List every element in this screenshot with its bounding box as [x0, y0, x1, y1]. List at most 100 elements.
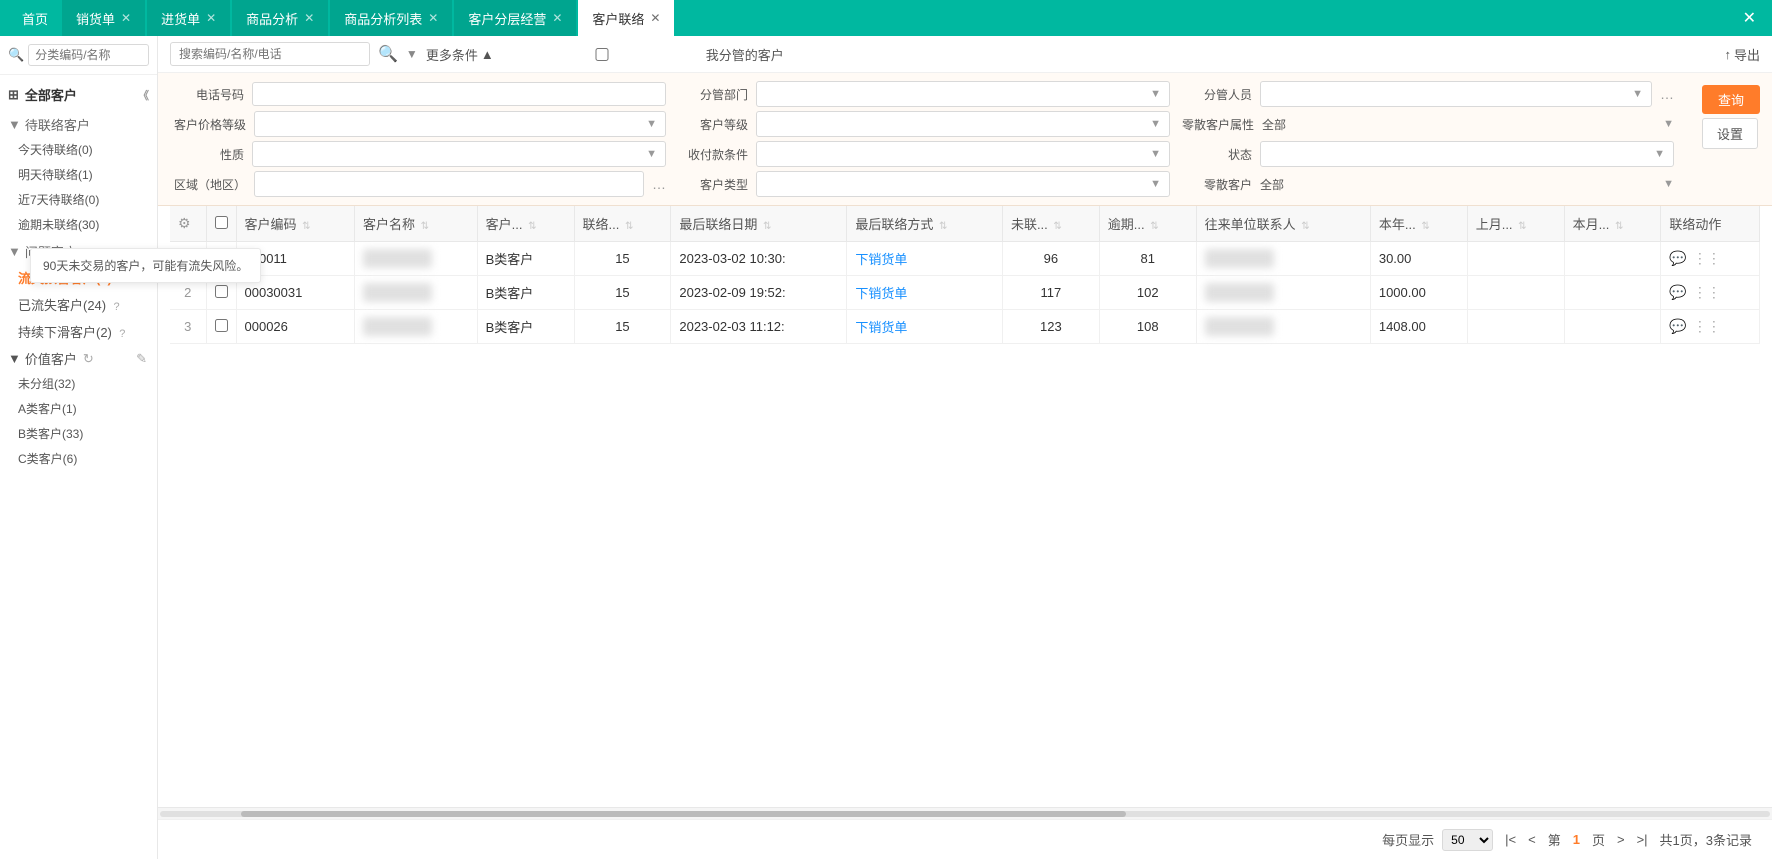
page-next-icon[interactable]: > — [1613, 830, 1629, 849]
thismonth-sort-icon[interactable]: ⇅ — [1615, 221, 1623, 232]
lastway-sort-icon[interactable]: ⇅ — [939, 221, 947, 232]
custtype-sort-icon[interactable]: ⇅ — [528, 221, 536, 232]
row-name-1[interactable] — [355, 242, 478, 276]
close-tab-customer-contact[interactable]: ✕ — [650, 11, 660, 25]
sidebar-all-customers-header[interactable]: ⊞ 全部客户 《 — [0, 79, 157, 110]
sidebar-item-today-pending[interactable]: 今天待联络(0) — [0, 137, 157, 162]
sidebar-group-pending[interactable]: ▼ 待联络客户 — [0, 110, 157, 137]
filter-manager-select[interactable]: ▼ — [1260, 81, 1652, 107]
row-more-icon-2[interactable]: ⋮⋮ — [1693, 284, 1721, 301]
value-edit-icon[interactable]: ✎ — [136, 351, 147, 367]
page-last-icon[interactable]: >| — [1633, 830, 1652, 849]
row-more-icon-1[interactable]: ⋮⋮ — [1693, 250, 1721, 267]
export-button[interactable]: ↑ 导出 — [1724, 45, 1760, 64]
row-last-contact-way-2[interactable]: 下销货单 — [847, 276, 1003, 310]
filter-gender-select[interactable]: ▼ — [252, 141, 666, 167]
region-more-button[interactable]: … — [652, 176, 666, 192]
filter-dept-select[interactable]: ▼ — [756, 81, 1170, 107]
row-name-3[interactable] — [355, 310, 478, 344]
row-last-contact-date-1: 2023-03-02 10:30: — [671, 242, 847, 276]
sidebar: 🔍 ⊞ 全部客户 《 ▼ 待联络客户 今天待联络(0) 明天待联络(1) 近7天… — [0, 36, 158, 859]
query-button[interactable]: 查询 — [1702, 85, 1760, 114]
lastdate-sort-icon[interactable]: ⇅ — [763, 221, 771, 232]
row-this-year-1: 30.00 — [1370, 242, 1467, 276]
sidebar-item-declining[interactable]: 持续下滑客户(2) ? — [0, 318, 157, 345]
filter-cust-level-select[interactable]: ▼ — [756, 111, 1170, 137]
sidebar-search-input[interactable] — [28, 44, 149, 66]
sidebar-search-area: 🔍 — [0, 36, 157, 75]
per-page-select[interactable]: 50 100 200 — [1442, 829, 1493, 851]
row-select-2[interactable] — [215, 285, 228, 298]
scrollbar-thumb[interactable] — [241, 811, 1127, 817]
sidebar-item-ungrouped[interactable]: 未分组(32) — [0, 371, 157, 396]
th-last-month: 上月... ⇅ — [1467, 206, 1564, 242]
my-customers-checkbox-label[interactable]: 我分管的客户 — [502, 45, 784, 64]
code-sort-icon[interactable]: ⇅ — [302, 221, 310, 232]
unlinked-sort-icon[interactable]: ⇅ — [1053, 221, 1061, 232]
row-last-contact-way-3[interactable]: 下销货单 — [847, 310, 1003, 344]
nav-home[interactable]: 首页 — [8, 0, 62, 36]
total-label: 共1页，3条记录 — [1656, 828, 1756, 851]
filter-status-select[interactable]: ▼ — [1260, 141, 1674, 167]
filter-cust-type-select[interactable]: ▼ — [756, 171, 1170, 197]
close-tab-analysis[interactable]: ✕ — [304, 11, 314, 25]
nav-tab-analysis-list[interactable]: 商品分析列表 ✕ — [330, 0, 452, 36]
row-select-3[interactable] — [215, 319, 228, 332]
filter-region: 区域（地区） … — [174, 171, 666, 197]
overdue-sort-icon[interactable]: ⇅ — [1150, 221, 1158, 232]
th-this-month: 本月... ⇅ — [1564, 206, 1661, 242]
table-gear-icon[interactable]: ⚙ — [178, 215, 191, 231]
close-tab-analysis-list[interactable]: ✕ — [428, 11, 438, 25]
more-conditions-button[interactable]: 更多条件 ▲ — [426, 45, 494, 64]
filter-phone-input[interactable] — [252, 82, 666, 106]
lastmonth-sort-icon[interactable]: ⇅ — [1518, 221, 1526, 232]
name-sort-icon[interactable]: ⇅ — [421, 221, 429, 232]
payment-arrow-icon: ▼ — [1150, 148, 1161, 160]
close-tab-purchase[interactable]: ✕ — [206, 11, 216, 25]
row-last-contact-way-1[interactable]: 下销货单 — [847, 242, 1003, 276]
nav-tab-purchase[interactable]: 进货单 ✕ — [147, 0, 230, 36]
contactperson-sort-icon[interactable]: ⇅ — [1301, 221, 1309, 232]
manager-more-button[interactable]: … — [1660, 86, 1674, 102]
sidebar-item-b-class[interactable]: B类客户(33) — [0, 421, 157, 446]
sidebar-group-value[interactable]: ▼ 价值客户 ↻ ✎ — [0, 345, 157, 371]
row-chat-icon-2[interactable]: 💬 — [1669, 284, 1686, 301]
close-tab-customer-tier[interactable]: ✕ — [552, 11, 562, 25]
sidebar-item-overdue-pending[interactable]: 逾期未联络(30) — [0, 212, 157, 237]
search-input[interactable] — [170, 42, 370, 66]
sidebar-item-churned[interactable]: 已流失客户(24) ? — [0, 291, 157, 318]
nav-tab-analysis[interactable]: 商品分析 ✕ — [232, 0, 328, 36]
sidebar-item-tomorrow-pending[interactable]: 明天待联络(1) — [0, 162, 157, 187]
filter-payment-select[interactable]: ▼ — [756, 141, 1170, 167]
nav-tab-customer-tier[interactable]: 客户分层经营 ✕ — [454, 0, 576, 36]
filter-price-level-select[interactable]: ▼ — [254, 111, 666, 137]
thisyear-sort-icon[interactable]: ⇅ — [1421, 221, 1429, 232]
scrollbar-area[interactable] — [158, 807, 1772, 819]
contact-sort-icon[interactable]: ⇅ — [625, 221, 633, 232]
value-refresh-icon[interactable]: ↻ — [83, 351, 94, 367]
filter-icon: ▼ — [406, 47, 418, 61]
page-prev-icon[interactable]: < — [1524, 830, 1540, 849]
nav-tab-sales[interactable]: 销货单 ✕ — [62, 0, 145, 36]
my-customers-checkbox[interactable] — [502, 48, 702, 61]
row-more-icon-3[interactable]: ⋮⋮ — [1693, 318, 1721, 335]
page-first-icon[interactable]: |< — [1501, 830, 1520, 849]
select-all-checkbox[interactable] — [215, 216, 228, 229]
window-close-icon[interactable]: ✕ — [1735, 8, 1764, 28]
filter-retail-value: 全部 — [1260, 176, 1284, 193]
table-row: 1 000011 B类客户 15 2023-03-02 10:30: 下销货单 … — [170, 242, 1760, 276]
row-chat-icon-3[interactable]: 💬 — [1669, 318, 1686, 335]
filter-region-select[interactable] — [254, 171, 644, 197]
settings-button[interactable]: 设置 — [1702, 118, 1758, 149]
row-chat-icon-1[interactable]: 💬 — [1669, 250, 1686, 267]
row-this-month-2 — [1564, 276, 1661, 310]
sidebar-item-7day-pending[interactable]: 近7天待联络(0) — [0, 187, 157, 212]
churned-question-icon: ? — [113, 301, 119, 313]
sidebar-item-c-class[interactable]: C类客户(6) — [0, 446, 157, 471]
search-button[interactable]: 🔍 — [378, 44, 398, 64]
row-name-2[interactable] — [355, 276, 478, 310]
nav-tab-customer-contact[interactable]: 客户联络 ✕ — [578, 0, 674, 36]
sidebar-collapse-icon[interactable]: 《 — [138, 87, 149, 103]
close-tab-sales[interactable]: ✕ — [121, 11, 131, 25]
sidebar-item-a-class[interactable]: A类客户(1) — [0, 396, 157, 421]
